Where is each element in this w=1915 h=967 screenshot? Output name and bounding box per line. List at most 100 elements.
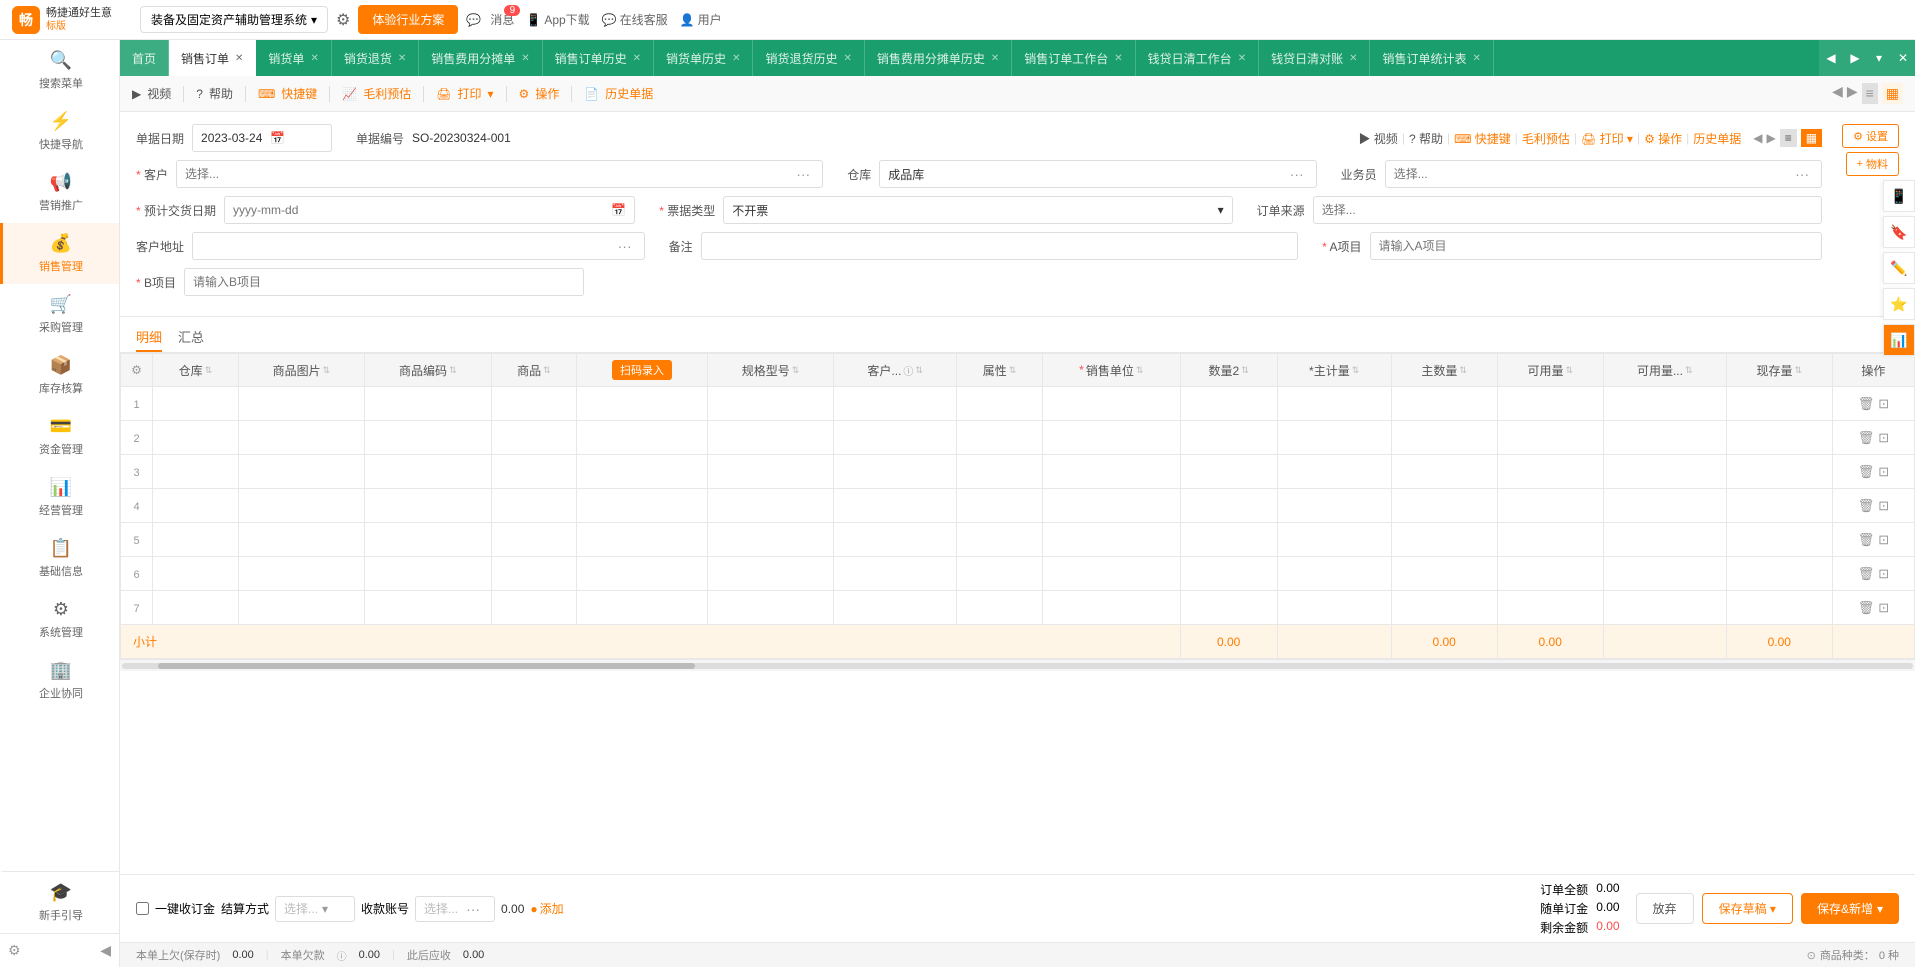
tab-sales-order-workbench[interactable]: 销售订单工作台 ✕ (1012, 40, 1135, 76)
toolbar-print2[interactable]: 🖨 打印 ▾ (1581, 130, 1633, 147)
tab-next-btn[interactable]: ▶ (1843, 40, 1867, 76)
tab-close-workbench[interactable]: ✕ (1114, 53, 1122, 64)
toolbar-view[interactable]: ▶ 视频 (132, 85, 171, 102)
tab-menu-btn[interactable]: ▾ (1867, 40, 1891, 76)
customer-address-input[interactable] (201, 239, 614, 253)
tab-sales-fee-split[interactable]: 销售费用分摊单 ✕ (419, 40, 542, 76)
toolbar-shortcut2[interactable]: ⌨ 快捷键 (1454, 130, 1511, 147)
add-receipt-btn[interactable]: ● 添加 (530, 900, 563, 917)
nav-left[interactable]: ◀ (1753, 131, 1762, 145)
float-btn-1[interactable]: 📱 (1883, 180, 1915, 212)
grid-toggle[interactable]: ▦ (1801, 129, 1822, 147)
delivery-date-input[interactable] (233, 203, 611, 217)
tab-close-cash-daily[interactable]: ✕ (1238, 53, 1246, 64)
sidebar-item-purchase[interactable]: 🛒 采购管理 (0, 284, 119, 345)
float-btn-3[interactable]: ✏️ (1883, 252, 1915, 284)
tab-sales-refund[interactable]: 销货退货 ✕ (332, 40, 419, 76)
tab-detail[interactable]: 明细 (136, 323, 162, 352)
quick-settle-checkbox[interactable] (136, 902, 149, 915)
copy-row-6-btn[interactable]: ⊡ (1878, 566, 1889, 582)
tab-close-sales-fee-history[interactable]: ✕ (991, 53, 999, 64)
receipt-more-btn[interactable]: ··· (462, 901, 484, 917)
next-record-btn[interactable]: ▶ (1847, 83, 1858, 104)
a-project-input[interactable] (1379, 239, 1814, 253)
list-toggle[interactable]: ≡ (1780, 129, 1797, 147)
delete-row-6-btn[interactable]: 🗑 (1858, 566, 1875, 582)
warehouse-more-btn[interactable]: ··· (1286, 166, 1308, 182)
tab-sales-return[interactable]: 销货单 ✕ (256, 40, 331, 76)
tab-prev-btn[interactable]: ◀ (1819, 40, 1843, 76)
delete-row-7-btn[interactable]: 🗑 (1858, 600, 1875, 616)
staff-input[interactable] (1394, 167, 1791, 181)
sidebar-item-finance[interactable]: 💳 资金管理 (0, 406, 119, 467)
float-btn-4[interactable]: ⭐ (1883, 288, 1915, 320)
online-service-btn[interactable]: 💬 在线客服 (602, 11, 668, 28)
tab-close-cash-reconcile[interactable]: ✕ (1349, 53, 1357, 64)
sidebar-collapse-btn[interactable]: ◀ (100, 942, 111, 959)
user-avatar[interactable]: 👤 用户 (680, 11, 722, 28)
copy-row-2-btn[interactable]: ⊡ (1878, 430, 1889, 446)
tab-close-sales-refund-history[interactable]: ✕ (843, 53, 851, 64)
list-view-btn[interactable]: ≡ (1862, 83, 1878, 104)
toolbar-operations[interactable]: ⚙ 操作 (519, 85, 560, 102)
scan-btn[interactable]: 扫码录入 (612, 360, 672, 380)
notification-icon[interactable]: 💬 9 消息 (466, 11, 514, 28)
copy-row-7-btn[interactable]: ⊡ (1878, 600, 1889, 616)
copy-row-5-btn[interactable]: ⊡ (1878, 532, 1889, 548)
prev-record-btn[interactable]: ◀ (1832, 83, 1843, 104)
system-select[interactable]: 装备及固定资产辅助管理系统 ▾ (140, 6, 328, 33)
delivery-cal-icon[interactable]: 📅 (611, 203, 626, 217)
sidebar-item-search[interactable]: 🔍 搜索菜单 (0, 40, 119, 101)
copy-row-4-btn[interactable]: ⊡ (1878, 498, 1889, 514)
float-btn-5[interactable]: 📊 (1883, 324, 1915, 356)
toolbar-shortcut[interactable]: ⌨ 快捷键 (258, 85, 317, 102)
tab-sales-refund-history[interactable]: 销货退货历史 ✕ (753, 40, 864, 76)
sidebar-settings-btn[interactable]: ⚙ (8, 942, 21, 959)
save-draft-btn[interactable]: 保存草稿 ▾ (1702, 893, 1793, 924)
copy-row-3-btn[interactable]: ⊡ (1878, 464, 1889, 480)
tab-close-all-btn[interactable]: ✕ (1891, 40, 1915, 76)
tab-close-sales-stats[interactable]: ✕ (1473, 53, 1481, 64)
delete-row-2-btn[interactable]: 🗑 (1858, 430, 1875, 446)
order-source-input[interactable] (1322, 203, 1813, 217)
sidebar-item-quick-nav[interactable]: ⚡ 快捷导航 (0, 101, 119, 162)
customer-input[interactable] (185, 167, 792, 181)
calendar-icon[interactable]: 📅 (270, 131, 285, 145)
th-gear[interactable]: ⚙ (121, 354, 153, 387)
delete-row-4-btn[interactable]: 🗑 (1858, 498, 1875, 514)
delete-row-1-btn[interactable]: 🗑 (1858, 396, 1875, 412)
toolbar-help[interactable]: ? 帮助 (196, 85, 233, 102)
tab-sales-order[interactable]: 销售订单 ✕ (169, 40, 256, 76)
setting-btn[interactable]: ⚙ 设置 (1842, 124, 1899, 148)
copy-row-1-btn[interactable]: ⊡ (1878, 396, 1889, 412)
tab-close-sales-refund[interactable]: ✕ (398, 53, 406, 64)
toolbar-profit[interactable]: 📈 毛利预估 (342, 85, 411, 102)
sidebar-item-system[interactable]: ⚙ 系统管理 (0, 589, 119, 650)
toolbar-profit2[interactable]: 毛利预估 (1522, 130, 1570, 147)
tab-cash-reconcile[interactable]: 钱贷日清对账 ✕ (1259, 40, 1370, 76)
industry-btn[interactable]: 体验行业方案 (358, 5, 458, 34)
tab-sales-return-history[interactable]: 销货单历史 ✕ (654, 40, 753, 76)
tab-sales-order-history[interactable]: 销售订单历史 ✕ (543, 40, 654, 76)
sidebar-item-guide[interactable]: 🎓 新手引导 (0, 871, 119, 933)
toolbar-history[interactable]: 📄 历史单据 (584, 85, 653, 102)
note-input[interactable] (710, 239, 1290, 253)
sidebar-item-marketing[interactable]: 📢 营销推广 (0, 162, 119, 223)
nav-right[interactable]: ▶ (1767, 131, 1776, 145)
tab-sales-fee-history[interactable]: 销售费用分摊单历史 ✕ (865, 40, 1012, 76)
tab-close-sales-order-history[interactable]: ✕ (633, 53, 641, 64)
item-btn[interactable]: + 物料 (1846, 152, 1899, 176)
sidebar-item-sales[interactable]: 💰 销售管理 (0, 223, 119, 284)
b-project-input[interactable] (193, 275, 575, 289)
app-download-btn[interactable]: 📱 App下载 (526, 11, 589, 28)
column-settings-icon[interactable]: ⚙ (131, 363, 142, 377)
toolbar-view2[interactable]: ▶ 视频 (1358, 130, 1397, 147)
save-new-btn[interactable]: 保存&新增 ▾ (1801, 893, 1899, 924)
sidebar-item-basic-info[interactable]: 📋 基础信息 (0, 528, 119, 589)
tab-close-sales-order[interactable]: ✕ (235, 53, 243, 64)
customer-more-btn[interactable]: ··· (792, 166, 814, 182)
tab-close-sales-fee-split[interactable]: ✕ (521, 53, 529, 64)
sidebar-item-operations[interactable]: 📊 经营管理 (0, 467, 119, 528)
settings-icon[interactable]: ⚙ (336, 10, 350, 30)
tab-sales-stats[interactable]: 销售订单统计表 ✕ (1370, 40, 1493, 76)
